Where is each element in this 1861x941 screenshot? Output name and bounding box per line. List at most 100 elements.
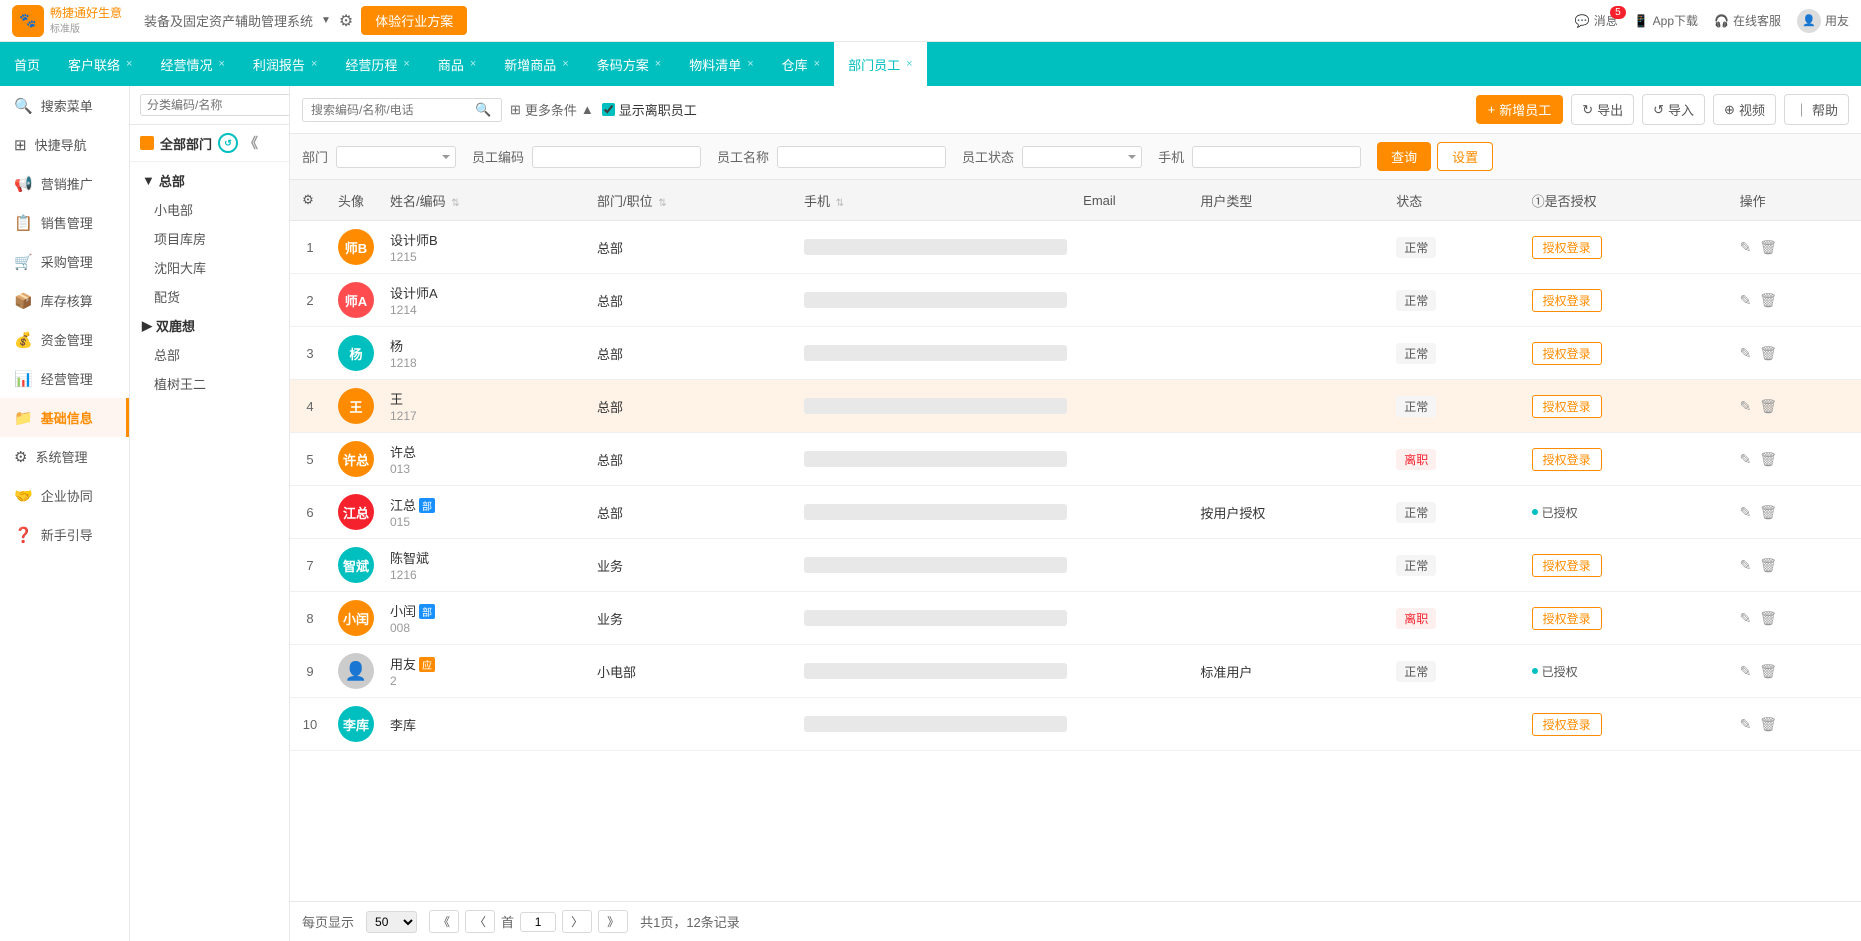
view-button[interactable]: ⊕ 视频 <box>1713 94 1776 125</box>
tab-goods-close[interactable]: × <box>470 58 476 70</box>
delete-icon[interactable]: 🗑 <box>1759 557 1777 574</box>
sidebar-item-inventory[interactable]: 📦 库存核算 <box>0 281 129 320</box>
tab-goods[interactable]: 商品 × <box>424 42 490 86</box>
sidebar-item-finance[interactable]: 💰 资金管理 <box>0 320 129 359</box>
auth-button[interactable]: 授权登录 <box>1532 236 1602 259</box>
delete-icon[interactable]: 🗑 <box>1759 398 1777 415</box>
tab-history-close[interactable]: × <box>403 58 409 70</box>
gear-button[interactable]: ⚙ <box>339 11 353 31</box>
table-settings-icon[interactable]: ⚙ <box>298 190 318 210</box>
sidebar-item-guide[interactable]: ❓ 新手引导 <box>0 515 129 554</box>
search-box-icon[interactable]: 🔍 <box>475 102 491 118</box>
sidebar-item-cooperation[interactable]: 🤝 企业协同 <box>0 476 129 515</box>
message-button[interactable]: 💬 消息 5 <box>1575 12 1618 29</box>
last-page-button[interactable]: 》 <box>598 910 628 933</box>
tab-department-close[interactable]: × <box>906 58 912 70</box>
auth-button[interactable]: 授权登录 <box>1532 713 1602 736</box>
tab-operations[interactable]: 经营情况 × <box>146 42 238 86</box>
dept-refresh-btn[interactable]: ↺ <box>218 133 238 153</box>
edit-icon[interactable]: ✎ <box>1740 504 1752 521</box>
tab-warehouse-close[interactable]: × <box>814 58 820 70</box>
col-dept[interactable]: 部门/职位 ⇅ <box>589 180 796 221</box>
edit-icon[interactable]: ✎ <box>1740 557 1752 574</box>
delete-icon[interactable]: 🗑 <box>1759 663 1777 680</box>
edit-icon[interactable]: ✎ <box>1740 663 1752 680</box>
delete-icon[interactable]: 🗑 <box>1759 610 1777 627</box>
dept-collapse-btn[interactable]: 《 <box>244 133 258 153</box>
show-resigned-checkbox-label[interactable]: 显示离职员工 <box>602 100 697 119</box>
filter-empcode-input[interactable] <box>532 146 701 168</box>
tab-home[interactable]: 首页 <box>0 42 54 86</box>
auth-button[interactable]: 授权登录 <box>1532 448 1602 471</box>
prev-page-button[interactable]: 〈 <box>465 910 495 933</box>
trial-button[interactable]: 体验行业方案 <box>361 6 467 35</box>
dept-node-shenyang[interactable]: 沈阳大库 <box>130 253 289 282</box>
sidebar-item-system[interactable]: ⚙ 系统管理 <box>0 437 129 476</box>
sidebar-item-quick-nav[interactable]: ⊞ 快捷导航 <box>0 125 129 164</box>
auth-button[interactable]: 授权登录 <box>1532 289 1602 312</box>
export-button[interactable]: ↻ 导出 <box>1571 94 1634 125</box>
edit-icon[interactable]: ✎ <box>1740 451 1752 468</box>
sidebar-item-basic-info[interactable]: 📁 基础信息 <box>0 398 129 437</box>
page-number-input[interactable] <box>520 912 556 932</box>
query-button[interactable]: 查询 <box>1377 142 1431 171</box>
tab-barcode-close[interactable]: × <box>655 58 661 70</box>
delete-icon[interactable]: 🗑 <box>1759 504 1777 521</box>
tab-customer-close[interactable]: × <box>126 58 132 70</box>
auth-button[interactable]: 授权登录 <box>1532 554 1602 577</box>
import-button[interactable]: ↺ 导入 <box>1642 94 1705 125</box>
system-title-dropdown-icon[interactable]: ▼ <box>321 15 331 26</box>
delete-icon[interactable]: 🗑 <box>1759 292 1777 309</box>
delete-icon[interactable]: 🗑 <box>1759 239 1777 256</box>
filter-empname-input[interactable] <box>777 146 946 168</box>
tab-new-goods-close[interactable]: × <box>562 58 568 70</box>
set-button[interactable]: 设置 <box>1437 142 1493 171</box>
filter-status-select[interactable] <box>1022 146 1142 168</box>
edit-icon[interactable]: ✎ <box>1740 398 1752 415</box>
dept-node-peihuo[interactable]: 配货 <box>130 282 289 311</box>
col-name-code[interactable]: 姓名/编码 ⇅ <box>382 180 589 221</box>
tab-barcode[interactable]: 条码方案 × <box>583 42 675 86</box>
filter-dept-select[interactable] <box>336 146 456 168</box>
sidebar-item-marketing[interactable]: 📢 营销推广 <box>0 164 129 203</box>
dept-node-xiaodibu[interactable]: 小电部 <box>130 195 289 224</box>
help-button[interactable]: ｜ 帮助 <box>1784 94 1849 125</box>
tab-bom-close[interactable]: × <box>747 58 753 70</box>
edit-icon[interactable]: ✎ <box>1740 345 1752 362</box>
edit-icon[interactable]: ✎ <box>1740 239 1752 256</box>
col-phone[interactable]: 手机 ⇅ <box>796 180 1075 221</box>
tab-department[interactable]: 部门员工 × <box>834 42 926 86</box>
delete-icon[interactable]: 🗑 <box>1759 716 1777 733</box>
user-avatar-button[interactable]: 👤 用友 <box>1797 9 1849 33</box>
dept-node-zhishu[interactable]: 植树王二 <box>130 369 289 398</box>
filter-phone-input[interactable] <box>1192 146 1361 168</box>
edit-icon[interactable]: ✎ <box>1740 292 1752 309</box>
tab-operations-close[interactable]: × <box>218 58 224 70</box>
next-page-button[interactable]: 〉 <box>562 910 592 933</box>
app-download-button[interactable]: 📱 App下载 <box>1634 12 1698 29</box>
tab-profit[interactable]: 利润报告 × <box>239 42 331 86</box>
tab-bom[interactable]: 物料清单 × <box>675 42 767 86</box>
auth-button[interactable]: 授权登录 <box>1532 342 1602 365</box>
dept-node-zongbu-parent[interactable]: ▼ 总部 <box>130 166 289 195</box>
per-page-select[interactable]: 50 100 <box>366 911 417 933</box>
dept-node-shuanglu[interactable]: ▶ 双鹿想 <box>130 311 289 340</box>
delete-icon[interactable]: 🗑 <box>1759 345 1777 362</box>
tab-history[interactable]: 经营历程 × <box>331 42 423 86</box>
delete-icon[interactable]: 🗑 <box>1759 451 1777 468</box>
online-service-button[interactable]: 🎧 在线客服 <box>1714 12 1781 29</box>
tab-customer[interactable]: 客户联络 × <box>54 42 146 86</box>
more-filter-button[interactable]: ⊞ 更多条件 ▲ <box>510 100 594 119</box>
sidebar-item-purchase[interactable]: 🛒 采购管理 <box>0 242 129 281</box>
dept-node-zongbu2[interactable]: 总部 <box>130 340 289 369</box>
dept-node-xiangmu[interactable]: 项目库房 <box>130 224 289 253</box>
auth-button[interactable]: 授权登录 <box>1532 607 1602 630</box>
search-input[interactable] <box>311 103 471 117</box>
tab-warehouse[interactable]: 仓库 × <box>768 42 834 86</box>
edit-icon[interactable]: ✎ <box>1740 716 1752 733</box>
show-resigned-checkbox[interactable] <box>602 103 615 116</box>
add-employee-button[interactable]: + 新增员工 <box>1476 95 1564 124</box>
tab-new-goods[interactable]: 新增商品 × <box>490 42 582 86</box>
first-page-button[interactable]: 《 <box>429 910 459 933</box>
sidebar-item-operations[interactable]: 📊 经营管理 <box>0 359 129 398</box>
